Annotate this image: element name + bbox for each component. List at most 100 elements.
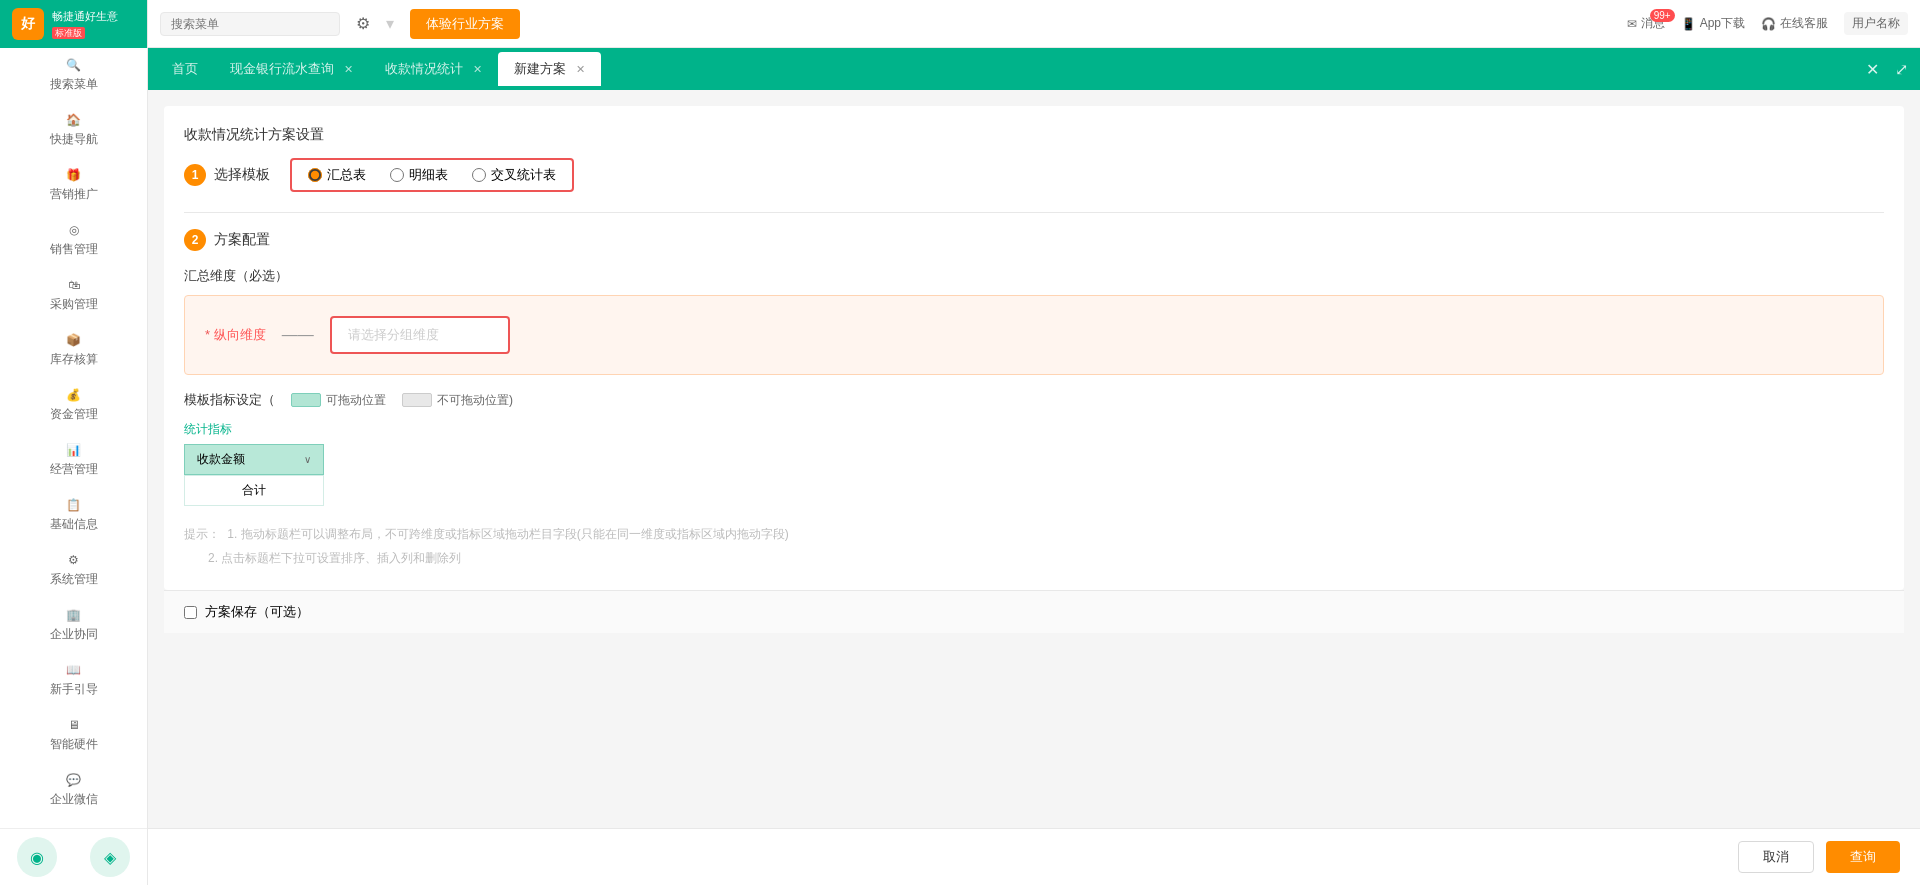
tab-new-plan-close[interactable]: ✕ [576, 63, 585, 76]
settings-card: 收款情况统计方案设置 1 选择模板 汇总表 明细表 交叉统计 [164, 106, 1904, 590]
sidebar-item-sales[interactable]: ◎ 销售管理 [0, 213, 147, 268]
radio-cross[interactable]: 交叉统计表 [472, 166, 556, 184]
sidebar-bottom-icon2[interactable]: ◈ [90, 837, 130, 877]
legend-draggable: 可拖动位置 [291, 392, 386, 409]
message-icon: ✉ [1627, 17, 1637, 31]
service-icon: 🎧 [1761, 17, 1776, 31]
sidebar-item-member[interactable]: 👑 畅会员 [0, 818, 147, 828]
sidebar-item-wechat[interactable]: 💬 企业微信 [0, 763, 147, 818]
template-options: 汇总表 明细表 交叉统计表 [290, 158, 574, 192]
search-icon: 🔍 [66, 58, 81, 72]
vertical-dimension-label: * 纵向维度 [205, 326, 266, 344]
tab-home[interactable]: 首页 [156, 52, 214, 86]
tab-collection-close[interactable]: ✕ [473, 63, 482, 76]
sidebar-item-search[interactable]: 🔍 搜索菜单 [0, 48, 147, 103]
arrow-icon: —— [282, 326, 314, 344]
indicator-settings: 模板指标设定（ 可拖动位置 不可拖动位置) 统计指标 [184, 391, 1884, 506]
sidebar-item-basic-info[interactable]: 📋 基础信息 [0, 488, 147, 543]
radio-detail-input[interactable] [390, 168, 404, 182]
maximize-icon[interactable]: ⤢ [1891, 56, 1912, 83]
legend-nondraggable: 不可拖动位置) [402, 392, 513, 409]
bottom-icon-2: ◈ [104, 848, 116, 867]
tabbar-actions: ✕ ⤢ [1862, 56, 1912, 83]
step2-badge: 2 [184, 229, 206, 251]
page-content: 收款情况统计方案设置 1 选择模板 汇总表 明细表 交叉统计 [148, 90, 1920, 828]
sales-icon: ◎ [69, 223, 79, 237]
stats-row-total: 合计 [184, 475, 324, 506]
save-section: 方案保存（可选） [164, 590, 1904, 633]
radio-summary[interactable]: 汇总表 [308, 166, 366, 184]
message-area[interactable]: ✉ 消息 99+ [1627, 15, 1665, 32]
dropdown-icon[interactable]: ▾ [386, 14, 394, 33]
logo-icon: 好 [12, 8, 44, 40]
section-divider [184, 212, 1884, 213]
management-icon: 📊 [66, 443, 81, 457]
gear-icon[interactable]: ⚙ [356, 14, 370, 33]
non-draggable-box [402, 393, 432, 407]
info-icon: 📋 [66, 498, 81, 512]
logo-area: 好 畅捷通好生意 标准版 [0, 0, 147, 48]
tips-item-2: 2. 点击标题栏下拉可设置排序、插入列和删除列 [208, 551, 461, 565]
dimension-section-label: 汇总维度（必选） [184, 267, 1884, 285]
stats-table-area: 统计指标 收款金额 ∨ 合计 [184, 421, 1884, 506]
enterprise-icon: 🏢 [66, 608, 81, 622]
tab-cashflow-close[interactable]: ✕ [344, 63, 353, 76]
sidebar-item-hardware[interactable]: 🖥 智能硬件 [0, 708, 147, 763]
topbar: ⚙ ▾ 体验行业方案 ✉ 消息 99+ 📱 App下载 🎧 在线客服 用户名称 [148, 0, 1920, 48]
sidebar-item-management[interactable]: 📊 经营管理 [0, 433, 147, 488]
sidebar-item-finance[interactable]: 💰 资金管理 [0, 378, 147, 433]
radio-cross-input[interactable] [472, 168, 486, 182]
tips-title: 提示： [184, 527, 220, 541]
sidebar-item-inventory[interactable]: 📦 库存核算 [0, 323, 147, 378]
tab-collection[interactable]: 收款情况统计 ✕ [369, 52, 498, 86]
step2-header: 2 方案配置 [184, 229, 1884, 251]
close-window-icon[interactable]: ✕ [1862, 56, 1883, 83]
tab-new-plan[interactable]: 新建方案 ✕ [498, 52, 601, 86]
dimension-area: * 纵向维度 —— 请选择分组维度 [184, 295, 1884, 375]
sidebar-item-purchase[interactable]: 🛍 采购管理 [0, 268, 147, 323]
radio-detail[interactable]: 明细表 [390, 166, 448, 184]
dimension-row: * 纵向维度 —— 请选择分组维度 [205, 316, 510, 354]
sidebar-nav: 🔍 搜索菜单 🏠 快捷导航 🎁 营销推广 ◎ 销售管理 🛍 采购管理 📦 库存核… [0, 48, 147, 828]
stats-col-header[interactable]: 收款金额 ∨ [184, 444, 324, 475]
cancel-button[interactable]: 取消 [1738, 841, 1814, 873]
user-info[interactable]: 用户名称 [1844, 12, 1908, 35]
indicator-label: 模板指标设定（ [184, 391, 275, 409]
step1-row: 1 选择模板 汇总表 明细表 交叉统计表 [184, 158, 1884, 192]
sidebar-item-marketing[interactable]: 🎁 营销推广 [0, 158, 147, 213]
sidebar-item-guide[interactable]: 📖 新手引导 [0, 653, 147, 708]
indicator-legend: 可拖动位置 不可拖动位置) [291, 392, 513, 409]
tips-section: 提示： 1. 拖动标题栏可以调整布局，不可跨维度或指标区域拖动栏目字段(只能在同… [184, 522, 1884, 570]
step2-label: 方案配置 [214, 231, 270, 249]
service-area[interactable]: 🎧 在线客服 [1761, 15, 1828, 32]
hardware-icon: 🖥 [68, 718, 80, 732]
indicator-header: 模板指标设定（ 可拖动位置 不可拖动位置) [184, 391, 1884, 409]
required-mark: * [205, 327, 210, 342]
wechat-icon: 💬 [66, 773, 81, 787]
sidebar-item-enterprise[interactable]: 🏢 企业协同 [0, 598, 147, 653]
search-input[interactable] [160, 12, 340, 36]
step1-label: 选择模板 [214, 166, 270, 184]
step1-badge: 1 [184, 164, 206, 186]
query-button[interactable]: 查询 [1826, 841, 1900, 873]
tips-item-1: 1. 拖动标题栏可以调整布局，不可跨维度或指标区域拖动栏目字段(只能在同一维度或… [227, 527, 788, 541]
sidebar-item-nav[interactable]: 🏠 快捷导航 [0, 103, 147, 158]
gift-icon: 🎁 [66, 168, 81, 182]
topbar-right: ✉ 消息 99+ 📱 App下载 🎧 在线客服 用户名称 [1627, 12, 1908, 35]
stats-label: 统计指标 [184, 421, 1884, 438]
sidebar-item-system[interactable]: ⚙ 系统管理 [0, 543, 147, 598]
save-label: 方案保存（可选） [205, 603, 309, 621]
tab-cashflow[interactable]: 现金银行流水查询 ✕ [214, 52, 369, 86]
finance-icon: 💰 [66, 388, 81, 402]
logo-text: 畅捷通好生意 标准版 [52, 9, 118, 40]
sidebar-bottom: ◉ ◈ [0, 828, 147, 885]
tabbar: 首页 现金银行流水查询 ✕ 收款情况统计 ✕ 新建方案 ✕ ✕ ⤢ [148, 48, 1920, 90]
save-checkbox[interactable] [184, 606, 197, 619]
purchase-icon: 🛍 [68, 278, 80, 292]
radio-summary-input[interactable] [308, 168, 322, 182]
sidebar-bottom-icon1[interactable]: ◉ [17, 837, 57, 877]
home-icon: 🏠 [66, 113, 81, 127]
dimension-selector[interactable]: 请选择分组维度 [330, 316, 510, 354]
download-area[interactable]: 📱 App下载 [1681, 15, 1745, 32]
trial-button[interactable]: 体验行业方案 [410, 9, 520, 39]
